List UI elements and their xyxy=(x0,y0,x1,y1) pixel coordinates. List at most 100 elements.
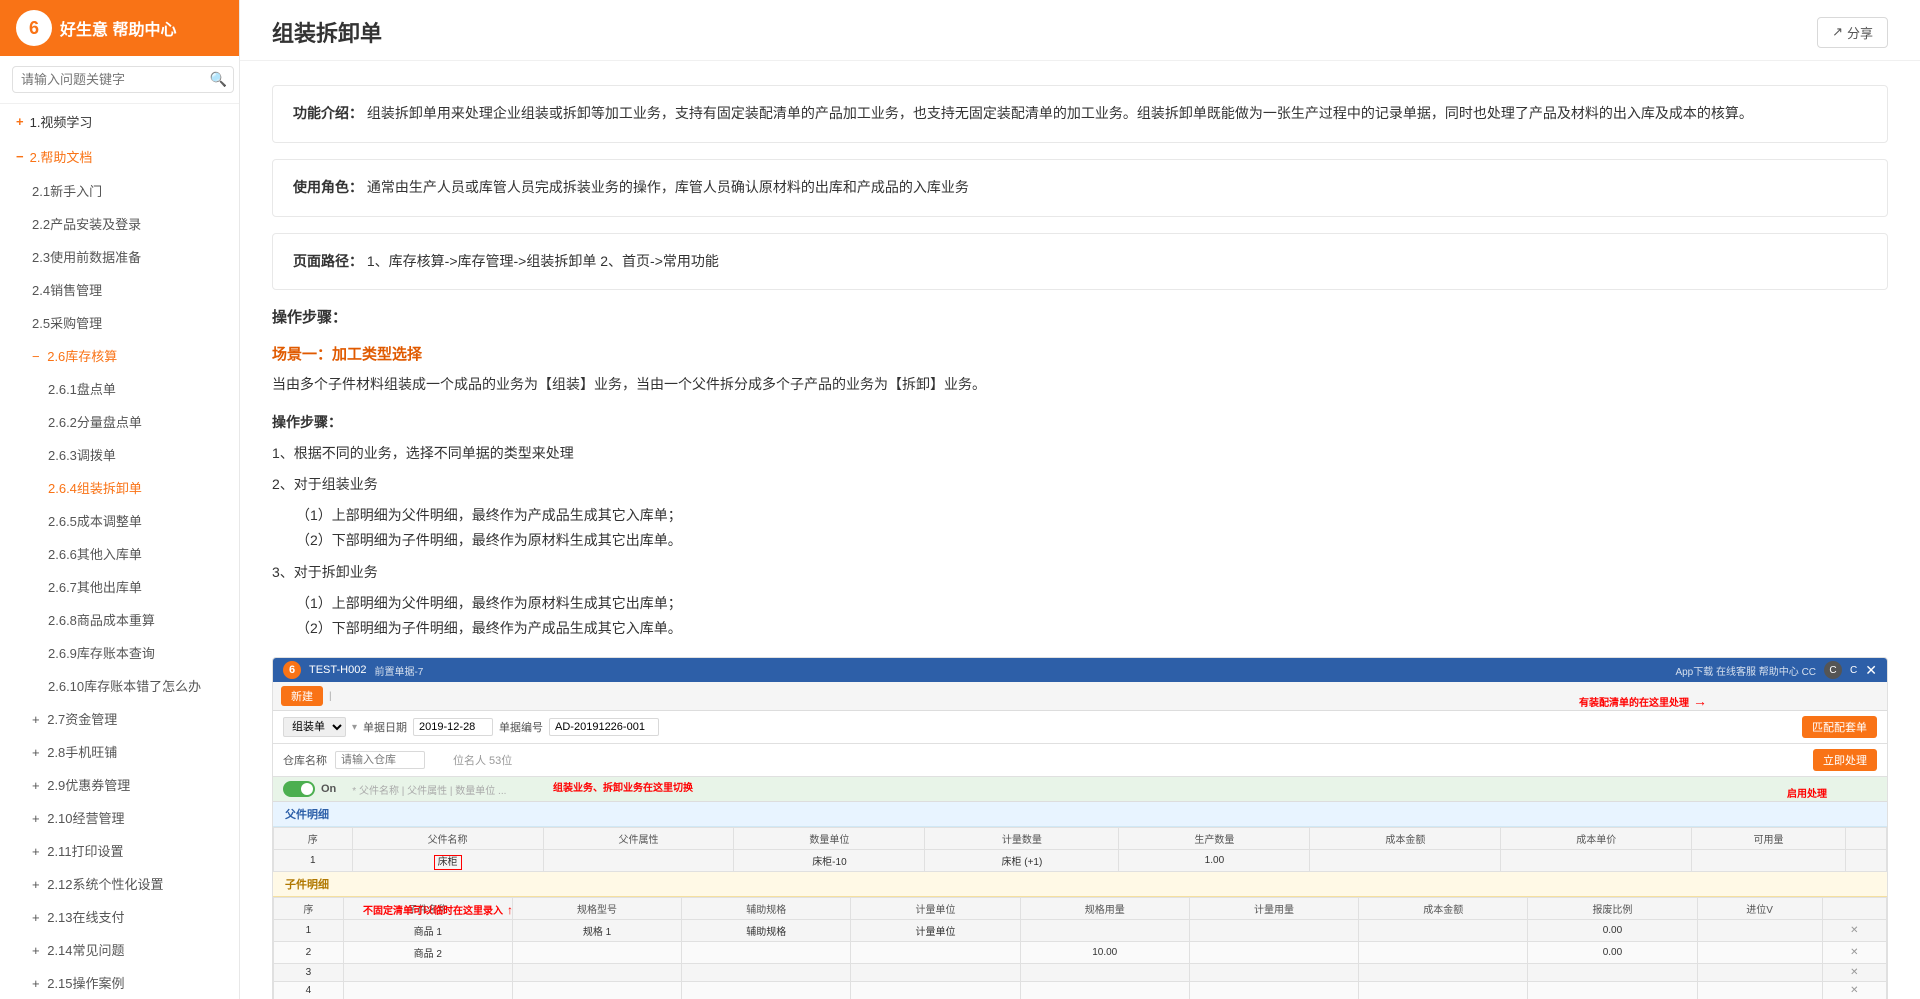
sc-tab-new[interactable]: 新建 xyxy=(281,686,323,706)
sidebar-item-docs-22[interactable]: 2.2产品安装及登录 xyxy=(0,207,239,240)
sidebar-item-docs-263[interactable]: 2.6.3调拨单 xyxy=(0,438,239,471)
step2-1: （1）上部明细为父件明细，最终作为产成品生成其它入库单； xyxy=(296,503,1888,528)
sidebar-item-docs-28[interactable]: + 2.8手机旺铺 xyxy=(0,735,239,768)
sc-upper-td-name: 床柜 xyxy=(352,850,543,872)
label: 2.5采购管理 xyxy=(32,316,102,331)
sidebar-item-docs-213[interactable]: + 2.13在线支付 xyxy=(0,900,239,933)
sc-lower-td-2-9 xyxy=(1697,964,1822,982)
label: 2.6.6其他入库单 xyxy=(48,547,142,562)
search-icon[interactable]: 🔍 xyxy=(210,71,227,88)
row-delete-icon[interactable]: ✕ xyxy=(1850,967,1858,978)
share-icon: ↗ xyxy=(1832,24,1843,40)
sidebar-item-docs-21[interactable]: 2.1新手入门 xyxy=(0,174,239,207)
label: 2.1新手入门 xyxy=(32,184,102,199)
sidebar-item-docs-25[interactable]: 2.5采购管理 xyxy=(0,306,239,339)
sidebar-header: 6 好生意 帮助中心 xyxy=(0,0,239,56)
sc-upper-td-avail xyxy=(1692,850,1845,872)
share-button[interactable]: ↗ 分享 xyxy=(1817,17,1888,48)
label: 2.6.1盘点单 xyxy=(48,382,116,397)
sidebar-item-docs-215[interactable]: + 2.15操作案例 xyxy=(0,966,239,999)
search-input[interactable] xyxy=(12,66,234,93)
sc-upper-th-1: 父件名称 xyxy=(352,828,543,850)
sidebar-item-docs-265[interactable]: 2.6.5成本调整单 xyxy=(0,504,239,537)
sc-lower-td-0-1: 商品 1 xyxy=(343,920,512,942)
sc-lower-td-2-1 xyxy=(343,964,512,982)
sc-lower-th-6: 计量用量 xyxy=(1189,898,1358,920)
sidebar-item-docs-24[interactable]: 2.4销售管理 xyxy=(0,273,239,306)
sc-annotation-bottom: 不固定清单可以临时在这里录入 xyxy=(363,902,503,917)
sc-lower-td-0-8: 0.00 xyxy=(1528,920,1697,942)
sidebar-item-docs-266[interactable]: 2.6.6其他入库单 xyxy=(0,537,239,570)
label: 2.6.3调拨单 xyxy=(48,448,116,463)
sidebar-item-video-label: 1.视频学习 xyxy=(30,112,93,131)
sc-upper-header-label: 父件明细 xyxy=(273,802,1887,827)
sc-upper-td-qty1: 床柜 (+1) xyxy=(925,850,1119,872)
sidebar-item-docs-264[interactable]: 2.6.4组装拆卸单 xyxy=(0,471,239,504)
sc-toggle[interactable] xyxy=(283,781,315,797)
sidebar-item-docs-269[interactable]: 2.6.9库存账本查询 xyxy=(0,636,239,669)
label: 2.7资金管理 xyxy=(47,712,117,727)
sidebar-item-docs-268[interactable]: 2.6.8商品成本重算 xyxy=(0,603,239,636)
row-delete-icon[interactable]: ✕ xyxy=(1850,985,1858,996)
sidebar-item-docs-262[interactable]: 2.6.2分量盘点单 xyxy=(0,405,239,438)
sc-type-select[interactable]: 组装单 xyxy=(283,717,346,737)
plus-icon-211: + xyxy=(32,844,40,859)
sidebar-item-docs-23[interactable]: 2.3使用前数据准备 xyxy=(0,240,239,273)
screenshot: 6 TEST-H002 前置单据-7 App下载 在线客服 帮助中心 CC C … xyxy=(273,658,1887,999)
label: 2.6.10库存账本错了怎么办 xyxy=(48,679,201,694)
sc-arrow-right: → xyxy=(1693,693,1707,709)
sc-type-label: ▾ xyxy=(352,722,357,733)
sidebar-item-docs[interactable]: − 2.帮助文档 xyxy=(0,139,239,174)
sc-no-input[interactable] xyxy=(549,718,659,736)
sc-ok-btn[interactable]: 立即处理 xyxy=(1813,749,1877,771)
label: 2.6.7其他出库单 xyxy=(48,580,142,595)
sc-matching-btn[interactable]: 匹配配套单 xyxy=(1802,716,1877,738)
label: 2.9优惠券管理 xyxy=(47,778,130,793)
sc-tab-divider: | xyxy=(329,691,332,702)
sc-annotation-action: 启用处理 xyxy=(1787,785,1827,800)
sc-annotation-middle-text: 组装业务、拆卸业务在这里切换 xyxy=(553,783,693,794)
sc-lower-td-0-6 xyxy=(1189,920,1358,942)
sc-lower-td-3-7 xyxy=(1359,982,1528,999)
sc-user-label: C xyxy=(1850,665,1857,676)
sc-annotation-bottom-wrap: 不固定清单可以临时在这里录入 ↑ xyxy=(363,902,513,917)
sc-upper-td-unit: 床柜-10 xyxy=(734,850,925,872)
sidebar-item-docs-212[interactable]: + 2.12系统个性化设置 xyxy=(0,867,239,900)
sc-lower-td-3-2 xyxy=(512,982,681,999)
sidebar-item-docs-27[interactable]: + 2.7资金管理 xyxy=(0,702,239,735)
row-delete-icon[interactable]: ✕ xyxy=(1850,925,1858,936)
row-delete-icon[interactable]: ✕ xyxy=(1850,947,1858,958)
sc-lower-td-3-action: ✕ xyxy=(1822,982,1886,999)
sc-lower-td-0-7 xyxy=(1359,920,1528,942)
sc-lower-table: 序 子件名称 规格型号 辅助规格 计量单位 规格用量 计量用量 成本金额 报废比… xyxy=(273,897,1887,999)
sc-toggle-row: On * 父件名称 | 父件属性 | 数量单位 ... xyxy=(273,777,1887,802)
plus-icon-29: + xyxy=(32,778,40,793)
sidebar-item-docs-2610[interactable]: 2.6.10库存账本错了怎么办 xyxy=(0,669,239,702)
sc-upper-th-3: 数量单位 xyxy=(734,828,925,850)
sc-annotation-right-text: 有装配清单的在这里处理 xyxy=(1579,694,1689,709)
sidebar-item-docs-261[interactable]: 2.6.1盘点单 xyxy=(0,372,239,405)
label: 2.3使用前数据准备 xyxy=(32,250,141,265)
sc-lower-td-1-7 xyxy=(1359,942,1528,964)
sc-lower-td-2-6 xyxy=(1189,964,1358,982)
sc-annotation-right: 有装配清单的在这里处理 → xyxy=(1579,693,1707,709)
sc-close-icon[interactable]: ✕ xyxy=(1865,662,1877,679)
sc-warehouse-input[interactable] xyxy=(335,751,425,769)
sidebar-item-video[interactable]: + 1.视频学习 xyxy=(0,104,239,139)
operation-steps2-heading: 操作步骤： xyxy=(272,410,1888,435)
sidebar-item-docs-210[interactable]: + 2.10经营管理 xyxy=(0,801,239,834)
sidebar-item-docs-29[interactable]: + 2.9优惠券管理 xyxy=(0,768,239,801)
sc-date-input[interactable] xyxy=(413,718,493,736)
sc-lower-td-1-2 xyxy=(512,942,681,964)
role-block: 使用角色： 通常由生产人员或库管人员完成拆装业务的操作，库管人员确认原材料的出库… xyxy=(272,159,1888,217)
sidebar-item-docs-211[interactable]: + 2.11打印设置 xyxy=(0,834,239,867)
label: 2.6.5成本调整单 xyxy=(48,514,142,529)
path-text: 1、库存核算->库存管理->组装拆卸单 2、首页->常用功能 xyxy=(367,253,719,269)
sc-lower-td-0-2: 规格 1 xyxy=(512,920,681,942)
label: 2.6.2分量盘点单 xyxy=(48,415,142,430)
sidebar-item-docs-214[interactable]: + 2.14常见问题 xyxy=(0,933,239,966)
intro-block: 功能介绍： 组装拆卸单用来处理企业组装或拆卸等加工业务，支持有固定装配清单的产品… xyxy=(272,85,1888,143)
sidebar-item-docs-26[interactable]: − 2.6库存核算 xyxy=(0,339,239,372)
sidebar-item-docs-267[interactable]: 2.6.7其他出库单 xyxy=(0,570,239,603)
sc-upper-th-7: 成本单价 xyxy=(1501,828,1692,850)
